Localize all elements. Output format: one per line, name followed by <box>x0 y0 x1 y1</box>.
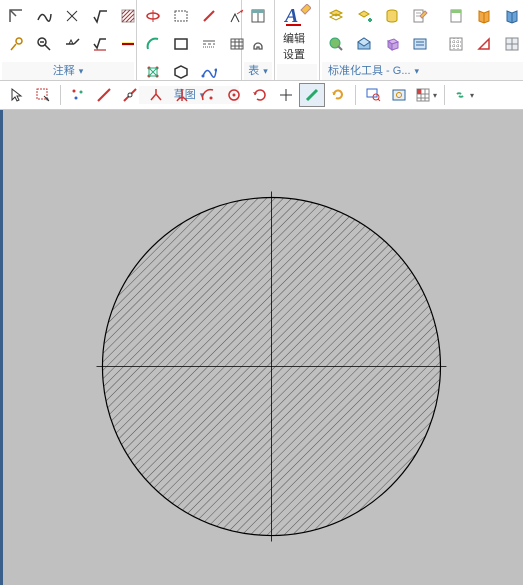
toolbar-separator <box>60 85 61 105</box>
cross-section-icon[interactable] <box>59 3 85 29</box>
toolbar-separator <box>355 85 356 105</box>
zoom-out-icon[interactable] <box>31 31 57 57</box>
rect-dashed-icon[interactable] <box>168 3 194 29</box>
spline-points-icon[interactable] <box>196 59 222 85</box>
group-sketch-body <box>139 0 239 86</box>
chevron-down-icon: ▾ <box>79 62 84 80</box>
zoom-window-icon[interactable] <box>360 83 386 107</box>
balloon-leader-icon[interactable] <box>3 31 29 57</box>
group-table-body <box>244 0 272 62</box>
select-midpoint-icon[interactable] <box>117 83 143 107</box>
nodes-icon[interactable] <box>140 59 166 85</box>
select-edge-icon[interactable] <box>91 83 117 107</box>
group-annotate-text: 注释 <box>53 62 75 80</box>
select-circle-target-icon[interactable] <box>221 83 247 107</box>
select-perpendicular-icon[interactable] <box>169 83 195 107</box>
dash-multi-icon[interactable] <box>196 31 222 57</box>
select-points-icon[interactable] <box>65 83 91 107</box>
group-stdtools-text: 标准化工具 - G... <box>328 62 411 80</box>
ruler-grid-icon[interactable] <box>443 31 469 57</box>
group-stdtools: 标准化工具 - G... ▾ <box>320 0 523 80</box>
weld-symbol-icon[interactable] <box>59 31 85 57</box>
refresh-gold-icon[interactable] <box>325 83 351 107</box>
spline-icon[interactable] <box>31 3 57 29</box>
layers-yellow-icon[interactable] <box>323 3 349 29</box>
stack-plus-icon[interactable] <box>351 3 377 29</box>
group-editset: A 编辑设置 <box>275 0 320 80</box>
screenshot-icon[interactable] <box>386 83 412 107</box>
toolbar-separator <box>444 85 445 105</box>
slash-right-icon[interactable] <box>196 3 222 29</box>
hexagon-icon[interactable] <box>168 59 194 85</box>
doc-pencil-icon[interactable] <box>407 3 433 29</box>
group-editset-body: A 编辑设置 <box>277 0 317 64</box>
ribbon: 注释 ▾ <box>0 0 523 81</box>
globe-wrench-icon[interactable] <box>323 31 349 57</box>
blueprint-icon[interactable] <box>407 31 433 57</box>
select-arc-center-icon[interactable] <box>195 83 221 107</box>
drawing-canvas[interactable] <box>0 110 523 585</box>
group-stdtools-body <box>322 0 523 62</box>
select-snap-cross-icon[interactable] <box>273 83 299 107</box>
select-highlight-icon[interactable] <box>299 83 325 107</box>
select-rotate-icon[interactable] <box>247 83 273 107</box>
selection-toolbar: ▾ ▾ <box>0 81 523 110</box>
page-green-icon[interactable] <box>443 3 469 29</box>
group-stdtools-label[interactable]: 标准化工具 - G... ▾ <box>322 62 523 80</box>
chevron-down-icon: ▾ <box>415 62 420 80</box>
sqrt-underline-icon[interactable] <box>87 31 113 57</box>
group-annotate-body <box>2 0 134 62</box>
group-table-text: 表 <box>248 62 259 80</box>
sqrt-icon[interactable] <box>87 3 113 29</box>
edit-settings-label: 编辑设置 <box>283 30 311 62</box>
pointer-icon[interactable] <box>4 83 30 107</box>
group-annotate: 注释 ▾ <box>0 0 137 80</box>
rect-solid-icon[interactable] <box>168 31 194 57</box>
drawing-svg <box>11 116 523 582</box>
cylinder-icon[interactable] <box>379 3 405 29</box>
select-branch-icon[interactable] <box>143 83 169 107</box>
table-window-icon[interactable] <box>245 3 271 29</box>
corner-note-icon[interactable] <box>3 3 29 29</box>
select-box-icon[interactable] <box>30 83 56 107</box>
home-3d-icon[interactable] <box>351 31 377 57</box>
edit-settings-button[interactable]: A 编辑设置 <box>277 2 317 64</box>
omega-symbol-icon[interactable] <box>245 31 271 57</box>
book-orange-icon[interactable] <box>471 3 497 29</box>
group-editset-pad <box>277 64 317 80</box>
group-sketch: 草图 ▾ <box>137 0 242 80</box>
cube-3d-icon[interactable] <box>379 31 405 57</box>
group-table-label[interactable]: 表 ▾ <box>244 62 272 80</box>
arc-green-icon[interactable] <box>140 31 166 57</box>
revolve-red-icon[interactable] <box>140 3 166 29</box>
group-table: 表 ▾ <box>242 0 275 80</box>
edit-settings-icon: A <box>283 4 311 28</box>
book-blue-icon[interactable] <box>499 3 523 29</box>
group-annotate-label[interactable]: 注释 ▾ <box>2 62 134 80</box>
chevron-down-icon: ▾ <box>433 91 437 100</box>
triangle-tool-icon[interactable] <box>471 31 497 57</box>
chevron-down-icon: ▾ <box>263 62 268 80</box>
grid-dropdown[interactable]: ▾ <box>412 83 440 107</box>
surface-finish-icon[interactable] <box>499 31 523 57</box>
svg-text:A: A <box>283 5 298 27</box>
link-dropdown[interactable]: ▾ <box>449 83 477 107</box>
chevron-down-icon: ▾ <box>470 91 474 100</box>
